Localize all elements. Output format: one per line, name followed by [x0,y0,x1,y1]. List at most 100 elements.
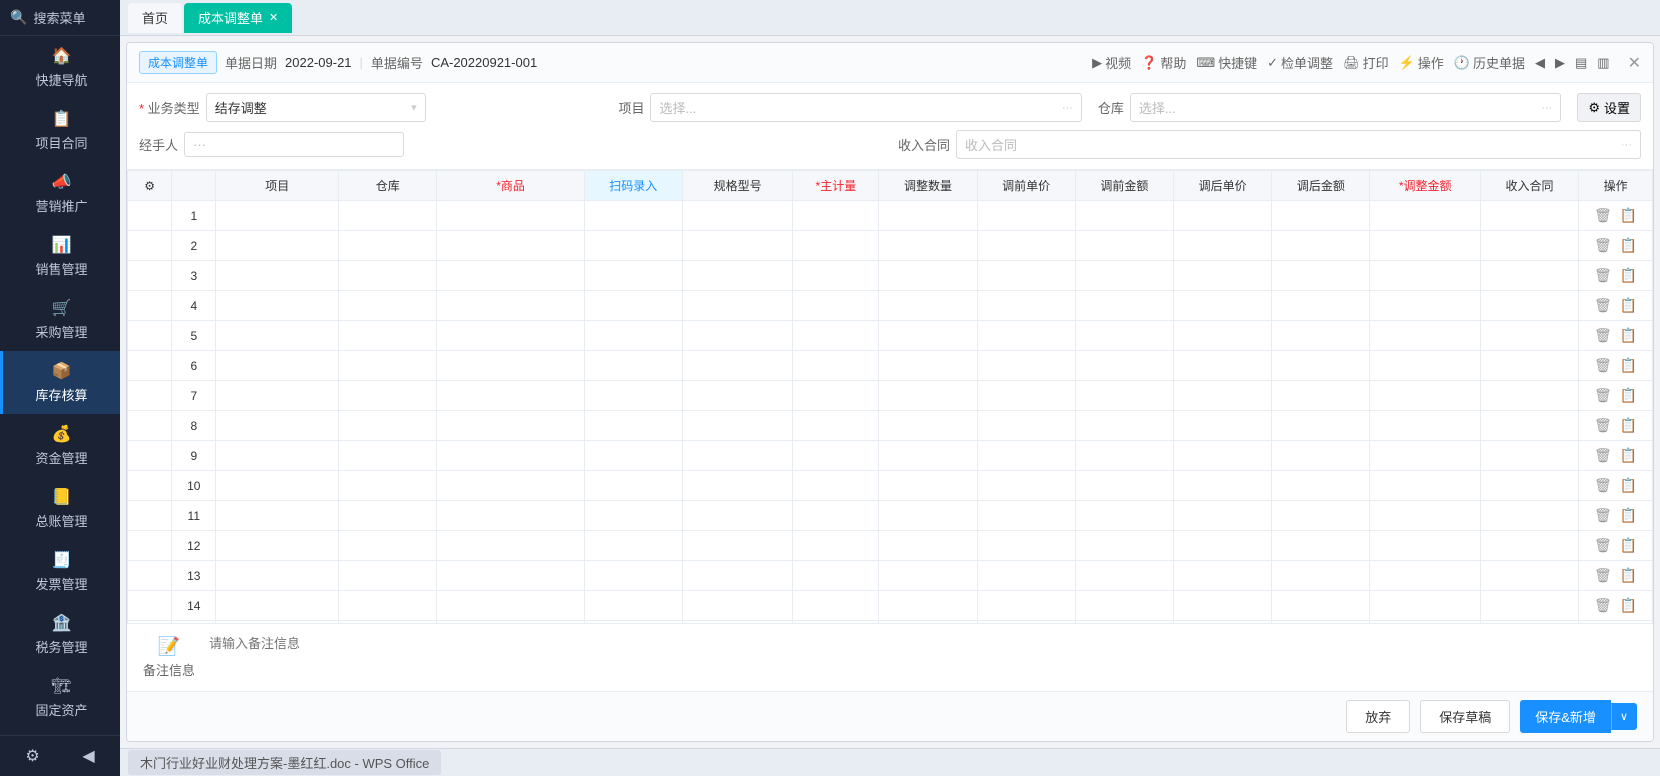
data-cell[interactable] [879,471,977,501]
delete-row-btn[interactable]: 🗑 [1592,595,1614,616]
delete-row-btn[interactable]: 🗑 [1592,505,1614,526]
toolbar-view-btn[interactable]: ▶ 视频 [1092,53,1131,72]
data-cell[interactable] [1370,501,1481,531]
data-cell[interactable] [977,441,1075,471]
col-after-amount-header[interactable]: 调后金额 [1272,171,1370,201]
data-cell[interactable] [437,291,584,321]
data-cell[interactable] [1480,411,1578,441]
data-cell[interactable] [437,321,584,351]
delete-row-btn[interactable]: 🗑 [1592,445,1614,466]
data-cell[interactable] [1480,531,1578,561]
settings-btn[interactable]: ⚙ 设置 [1577,93,1641,122]
discard-button[interactable]: 放弃 [1346,700,1410,733]
data-cell[interactable] [216,321,339,351]
data-cell[interactable] [793,321,879,351]
income-contract-input[interactable]: 收入合同 ··· [956,130,1641,159]
data-cell[interactable] [793,261,879,291]
data-cell[interactable] [216,411,339,441]
data-cell[interactable] [879,351,977,381]
data-cell[interactable] [1272,501,1370,531]
col-spec-header[interactable]: 规格型号 [682,171,793,201]
data-cell[interactable] [437,381,584,411]
data-cell[interactable] [977,501,1075,531]
data-cell[interactable] [437,261,584,291]
col-before-price-header[interactable]: 调前单价 [977,171,1075,201]
copy-row-btn[interactable]: 📋 [1618,505,1639,526]
data-cell[interactable] [1480,231,1578,261]
data-cell[interactable] [1174,261,1272,291]
delete-row-btn[interactable]: 🗑 [1592,235,1614,256]
copy-row-btn[interactable]: 📋 [1618,325,1639,346]
data-cell[interactable] [437,501,584,531]
data-cell[interactable] [793,531,879,561]
data-cell[interactable] [339,471,437,501]
data-cell[interactable] [793,411,879,441]
data-cell[interactable] [1075,261,1173,291]
data-cell[interactable] [1370,621,1481,624]
data-cell[interactable] [1370,321,1481,351]
data-cell[interactable] [584,321,682,351]
sidebar-item-quick-nav[interactable]: 🏠 快捷导航 [0,36,120,99]
col-after-price-header[interactable]: 调后单价 [1174,171,1272,201]
toolbar-history-btn[interactable]: 🕐 历史单据 [1454,53,1525,72]
data-cell[interactable] [1075,201,1173,231]
copy-row-btn[interactable]: 📋 [1618,475,1639,496]
data-cell[interactable] [339,501,437,531]
data-cell[interactable] [216,291,339,321]
copy-row-btn[interactable]: 📋 [1618,385,1639,406]
settings-bottom-btn[interactable]: ⚙ [25,746,39,766]
data-cell[interactable] [1272,441,1370,471]
data-cell[interactable] [793,201,879,231]
data-cell[interactable] [1480,561,1578,591]
data-cell[interactable] [1174,591,1272,621]
data-cell[interactable] [977,381,1075,411]
data-cell[interactable] [339,381,437,411]
data-cell[interactable] [216,621,339,624]
data-cell[interactable] [584,531,682,561]
data-cell[interactable] [977,201,1075,231]
data-cell[interactable] [1174,231,1272,261]
data-cell[interactable] [584,381,682,411]
copy-row-btn[interactable]: 📋 [1618,265,1639,286]
data-cell[interactable] [339,591,437,621]
data-cell[interactable] [339,201,437,231]
data-cell[interactable] [1272,561,1370,591]
copy-row-btn[interactable]: 📋 [1618,565,1639,586]
data-cell[interactable] [1075,411,1173,441]
data-cell[interactable] [682,201,793,231]
data-cell[interactable] [1075,351,1173,381]
save-draft-button[interactable]: 保存草稿 [1420,700,1510,733]
delete-row-btn[interactable]: 🗑 [1592,295,1614,316]
data-cell[interactable] [437,531,584,561]
col-before-amount-header[interactable]: 调前金额 [1075,171,1173,201]
copy-row-btn[interactable]: 📋 [1618,235,1639,256]
data-cell[interactable] [682,381,793,411]
data-cell[interactable] [977,291,1075,321]
data-cell[interactable] [584,501,682,531]
data-cell[interactable] [1272,321,1370,351]
sidebar-item-fixed-assets[interactable]: 🏗 固定资产 [0,666,120,729]
data-cell[interactable] [437,591,584,621]
data-cell[interactable] [1174,351,1272,381]
data-cell[interactable] [437,471,584,501]
toolbar-check-btn[interactable]: ✓ 检单调整 [1267,53,1333,72]
data-cell[interactable] [584,621,682,624]
collapse-sidebar-btn[interactable]: ◀ [82,746,94,766]
layout-icons2[interactable]: ▥ [1597,55,1609,71]
delete-row-btn[interactable]: 🗑 [1592,205,1614,226]
data-cell[interactable] [339,441,437,471]
data-cell[interactable] [1272,261,1370,291]
data-cell[interactable] [216,501,339,531]
data-cell[interactable] [682,471,793,501]
toolbar-help-btn[interactable]: ❓ 帮助 [1141,53,1186,72]
data-cell[interactable] [879,261,977,291]
data-cell[interactable] [1370,531,1481,561]
data-cell[interactable] [1370,381,1481,411]
data-cell[interactable] [1480,321,1578,351]
sidebar-item-project-contract[interactable]: 📋 项目合同 [0,99,120,162]
data-cell[interactable] [879,531,977,561]
data-cell[interactable] [977,321,1075,351]
data-cell[interactable] [1480,501,1578,531]
data-cell[interactable] [584,591,682,621]
tab-cost-adjust[interactable]: 成本调整单 ✕ [184,3,292,33]
